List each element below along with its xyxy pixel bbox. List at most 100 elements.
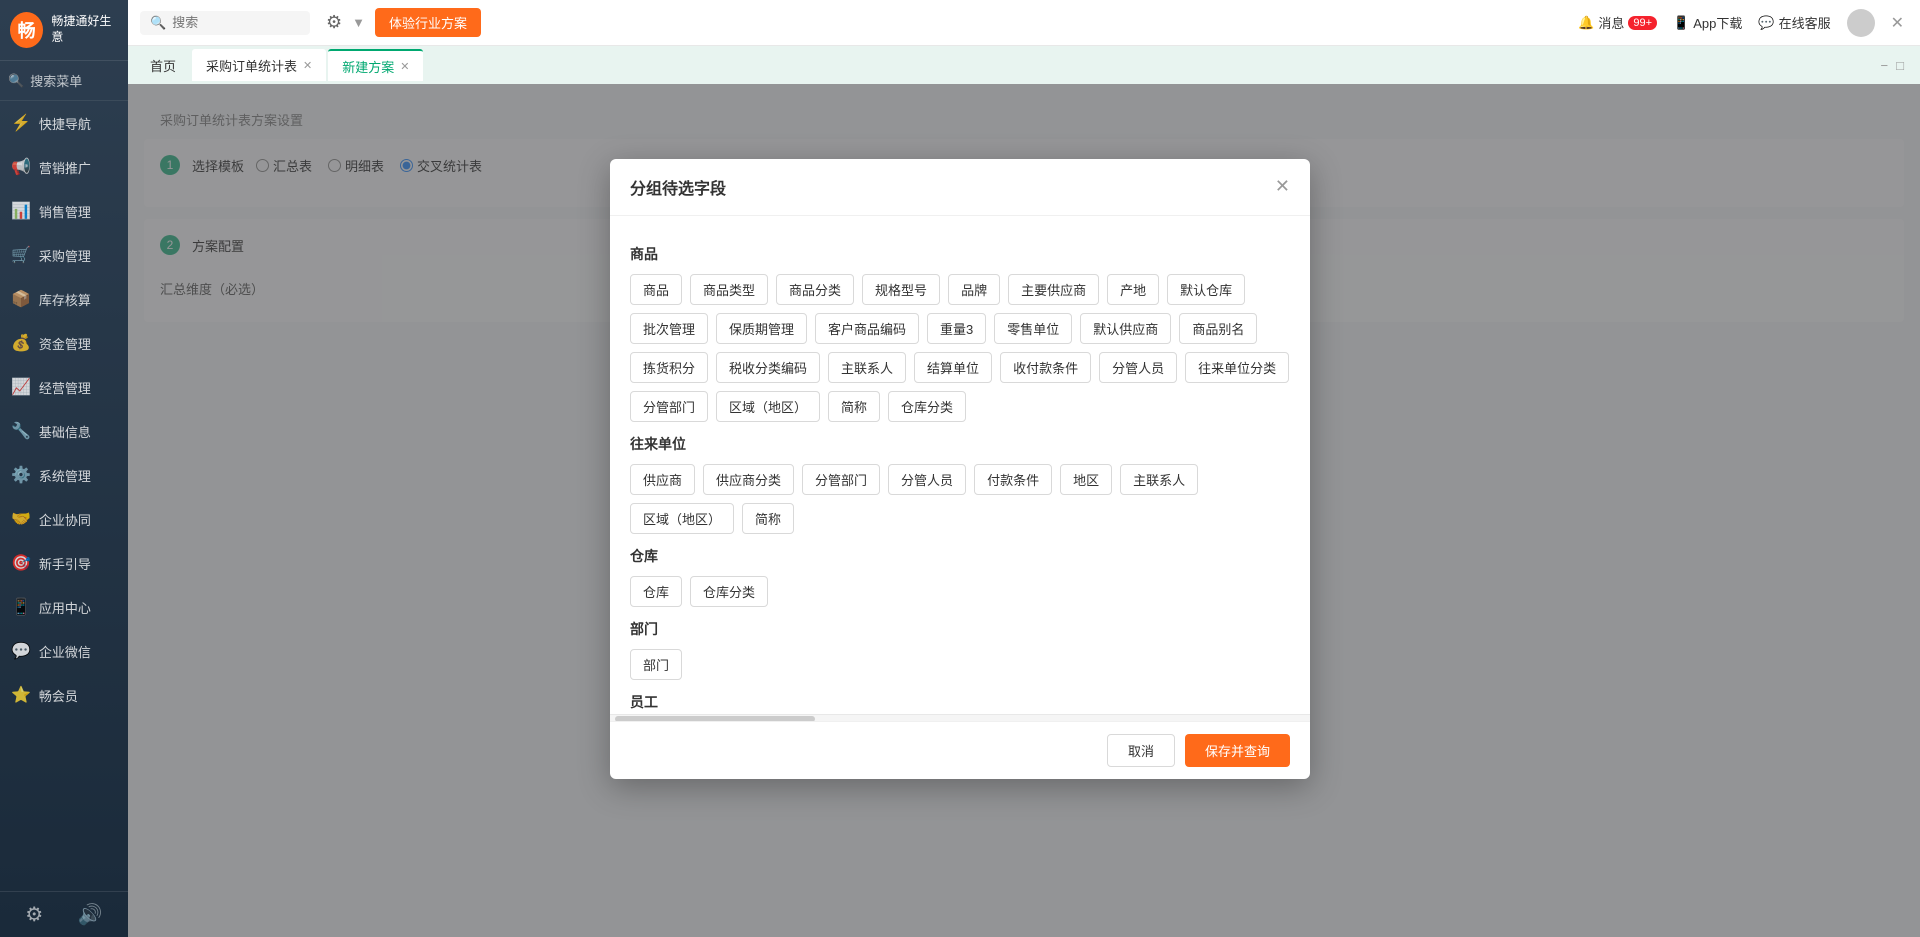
field-tag[interactable]: 分管人员	[1099, 352, 1177, 383]
tabs-bar: 首页 采购订单统计表 ✕ 新建方案 ✕ − □	[128, 46, 1920, 84]
field-tag[interactable]: 供应商	[630, 464, 695, 495]
sidebar-item-system[interactable]: ⚙️ 系统管理	[0, 453, 128, 497]
settings-bottom-icon[interactable]: ⚙	[25, 902, 43, 927]
sidebar-item-label: 畅会员	[39, 686, 78, 705]
section-partner-title: 往来单位	[630, 434, 1290, 454]
section-employee-title: 员工	[630, 692, 1290, 712]
tab-new-plan[interactable]: 新建方案 ✕	[328, 49, 423, 81]
sidebar-item-marketing[interactable]: 📢 营销推广	[0, 145, 128, 189]
tab-new-plan-close[interactable]: ✕	[400, 60, 409, 73]
tab-minimize-icon[interactable]: −	[1881, 58, 1889, 73]
field-tag[interactable]: 仓库分类	[888, 391, 966, 422]
field-tag[interactable]: 保质期管理	[716, 313, 807, 344]
topbar-left: 🔍 ⚙ ▼ 体验行业方案	[128, 8, 1562, 37]
sidebar-item-member[interactable]: ⭐ 畅会员	[0, 673, 128, 717]
modal-horizontal-scrollbar[interactable]	[610, 714, 1310, 720]
sidebar-item-label: 基础信息	[39, 422, 91, 441]
modal-title: 分组待选字段	[630, 175, 726, 199]
field-tag[interactable]: 地区	[1060, 464, 1112, 495]
sidebar-item-label: 库存核算	[39, 290, 91, 309]
sidebar-item-label: 快捷导航	[39, 114, 91, 133]
sidebar-item-basic[interactable]: 🔧 基础信息	[0, 409, 128, 453]
search-icon: 🔍	[8, 73, 24, 89]
notification-label: 消息	[1598, 13, 1624, 32]
field-tag[interactable]: 税收分类编码	[716, 352, 820, 383]
close-window-icon[interactable]: ✕	[1891, 13, 1904, 33]
field-tag[interactable]: 收付款条件	[1000, 352, 1091, 383]
field-tag[interactable]: 商品	[630, 274, 682, 305]
sidebar-item-label: 资金管理	[39, 334, 91, 353]
field-tag[interactable]: 分管部门	[802, 464, 880, 495]
field-tag[interactable]: 商品分类	[776, 274, 854, 305]
sidebar-item-collab[interactable]: 🤝 企业协同	[0, 497, 128, 541]
tab-purchase-stats[interactable]: 采购订单统计表 ✕	[192, 49, 326, 81]
modal-dialog: 分组待选字段 ✕ 商品 商品 商品类型 商品分类 规格型号 品牌 主要供应商 产…	[610, 159, 1310, 779]
sidebar-item-purchase[interactable]: 🛒 采购管理	[0, 233, 128, 277]
field-tag[interactable]: 简称	[828, 391, 880, 422]
basic-icon: 🔧	[11, 421, 31, 441]
operations-icon: 📈	[11, 377, 31, 397]
field-tag[interactable]: 主联系人	[1120, 464, 1198, 495]
sidebar-search[interactable]: 🔍 搜索菜单	[0, 61, 128, 101]
settings-icon[interactable]: ⚙	[326, 12, 342, 33]
field-tag[interactable]: 默认仓库	[1167, 274, 1245, 305]
field-tag[interactable]: 规格型号	[862, 274, 940, 305]
field-tag[interactable]: 产地	[1107, 274, 1159, 305]
field-tag[interactable]: 批次管理	[630, 313, 708, 344]
sidebar-item-label: 企业微信	[39, 642, 91, 661]
sidebar-logo: 畅 畅捷通好生意	[0, 0, 128, 61]
topbar-separator: ▼	[352, 15, 365, 30]
field-tag[interactable]: 拣货积分	[630, 352, 708, 383]
notification-item[interactable]: 🔔 消息 99+	[1578, 13, 1657, 32]
service-item[interactable]: 💬 在线客服	[1758, 13, 1830, 32]
tab-purchase-stats-close[interactable]: ✕	[303, 59, 312, 72]
sidebar-item-finance[interactable]: 💰 资金管理	[0, 321, 128, 365]
field-tag[interactable]: 主要供应商	[1008, 274, 1099, 305]
sidebar-item-apps[interactable]: 📱 应用中心	[0, 585, 128, 629]
avatar[interactable]	[1847, 9, 1875, 37]
field-tag[interactable]: 主联系人	[828, 352, 906, 383]
sidebar-item-sales[interactable]: 📊 销售管理	[0, 189, 128, 233]
modal-close-button[interactable]: ✕	[1275, 176, 1290, 197]
field-tag[interactable]: 供应商分类	[703, 464, 794, 495]
confirm-button[interactable]: 保存并查询	[1185, 734, 1290, 767]
tab-maximize-icon[interactable]: □	[1896, 58, 1904, 73]
newbie-icon: 🎯	[11, 553, 31, 573]
cancel-button[interactable]: 取消	[1107, 734, 1175, 767]
sales-icon: 📊	[11, 201, 31, 221]
field-tag[interactable]: 零售单位	[994, 313, 1072, 344]
sidebar-item-wechat[interactable]: 💬 企业微信	[0, 629, 128, 673]
field-tag[interactable]: 仓库	[630, 576, 682, 607]
sidebar-item-newbie[interactable]: 🎯 新手引导	[0, 541, 128, 585]
sidebar-item-inventory[interactable]: 📦 库存核算	[0, 277, 128, 321]
apps-icon: 📱	[11, 597, 31, 617]
sidebar-item-operations[interactable]: 📈 经营管理	[0, 365, 128, 409]
field-tag[interactable]: 区域（地区）	[630, 503, 734, 534]
audio-bottom-icon[interactable]: 🔊	[78, 902, 103, 927]
field-tag[interactable]: 仓库分类	[690, 576, 768, 607]
experience-btn[interactable]: 体验行业方案	[375, 8, 481, 37]
field-tag[interactable]: 结算单位	[914, 352, 992, 383]
service-icon: 💬	[1758, 15, 1774, 31]
tab-home[interactable]: 首页	[136, 49, 190, 81]
sidebar-item-quick-nav[interactable]: ⚡ 快捷导航	[0, 101, 128, 145]
search-input[interactable]	[172, 15, 282, 30]
field-tag[interactable]: 分管人员	[888, 464, 966, 495]
field-tag[interactable]: 商品别名	[1179, 313, 1257, 344]
field-tag[interactable]: 重量3	[927, 313, 986, 344]
field-tag[interactable]: 部门	[630, 649, 682, 680]
field-tag[interactable]: 品牌	[948, 274, 1000, 305]
field-tag[interactable]: 区域（地区）	[716, 391, 820, 422]
field-tag[interactable]: 客户商品编码	[815, 313, 919, 344]
field-tag[interactable]: 商品类型	[690, 274, 768, 305]
tab-home-label: 首页	[150, 56, 176, 75]
field-tag[interactable]: 分管部门	[630, 391, 708, 422]
sidebar-item-label: 销售管理	[39, 202, 91, 221]
modal-body[interactable]: 商品 商品 商品类型 商品分类 规格型号 品牌 主要供应商 产地 默认仓库 批次…	[610, 216, 1310, 715]
field-tag[interactable]: 简称	[742, 503, 794, 534]
topbar-search-box[interactable]: 🔍	[140, 11, 310, 35]
download-item[interactable]: 📱 App下载	[1673, 13, 1742, 32]
field-tag[interactable]: 默认供应商	[1080, 313, 1171, 344]
field-tag[interactable]: 付款条件	[974, 464, 1052, 495]
field-tag[interactable]: 往来单位分类	[1185, 352, 1289, 383]
